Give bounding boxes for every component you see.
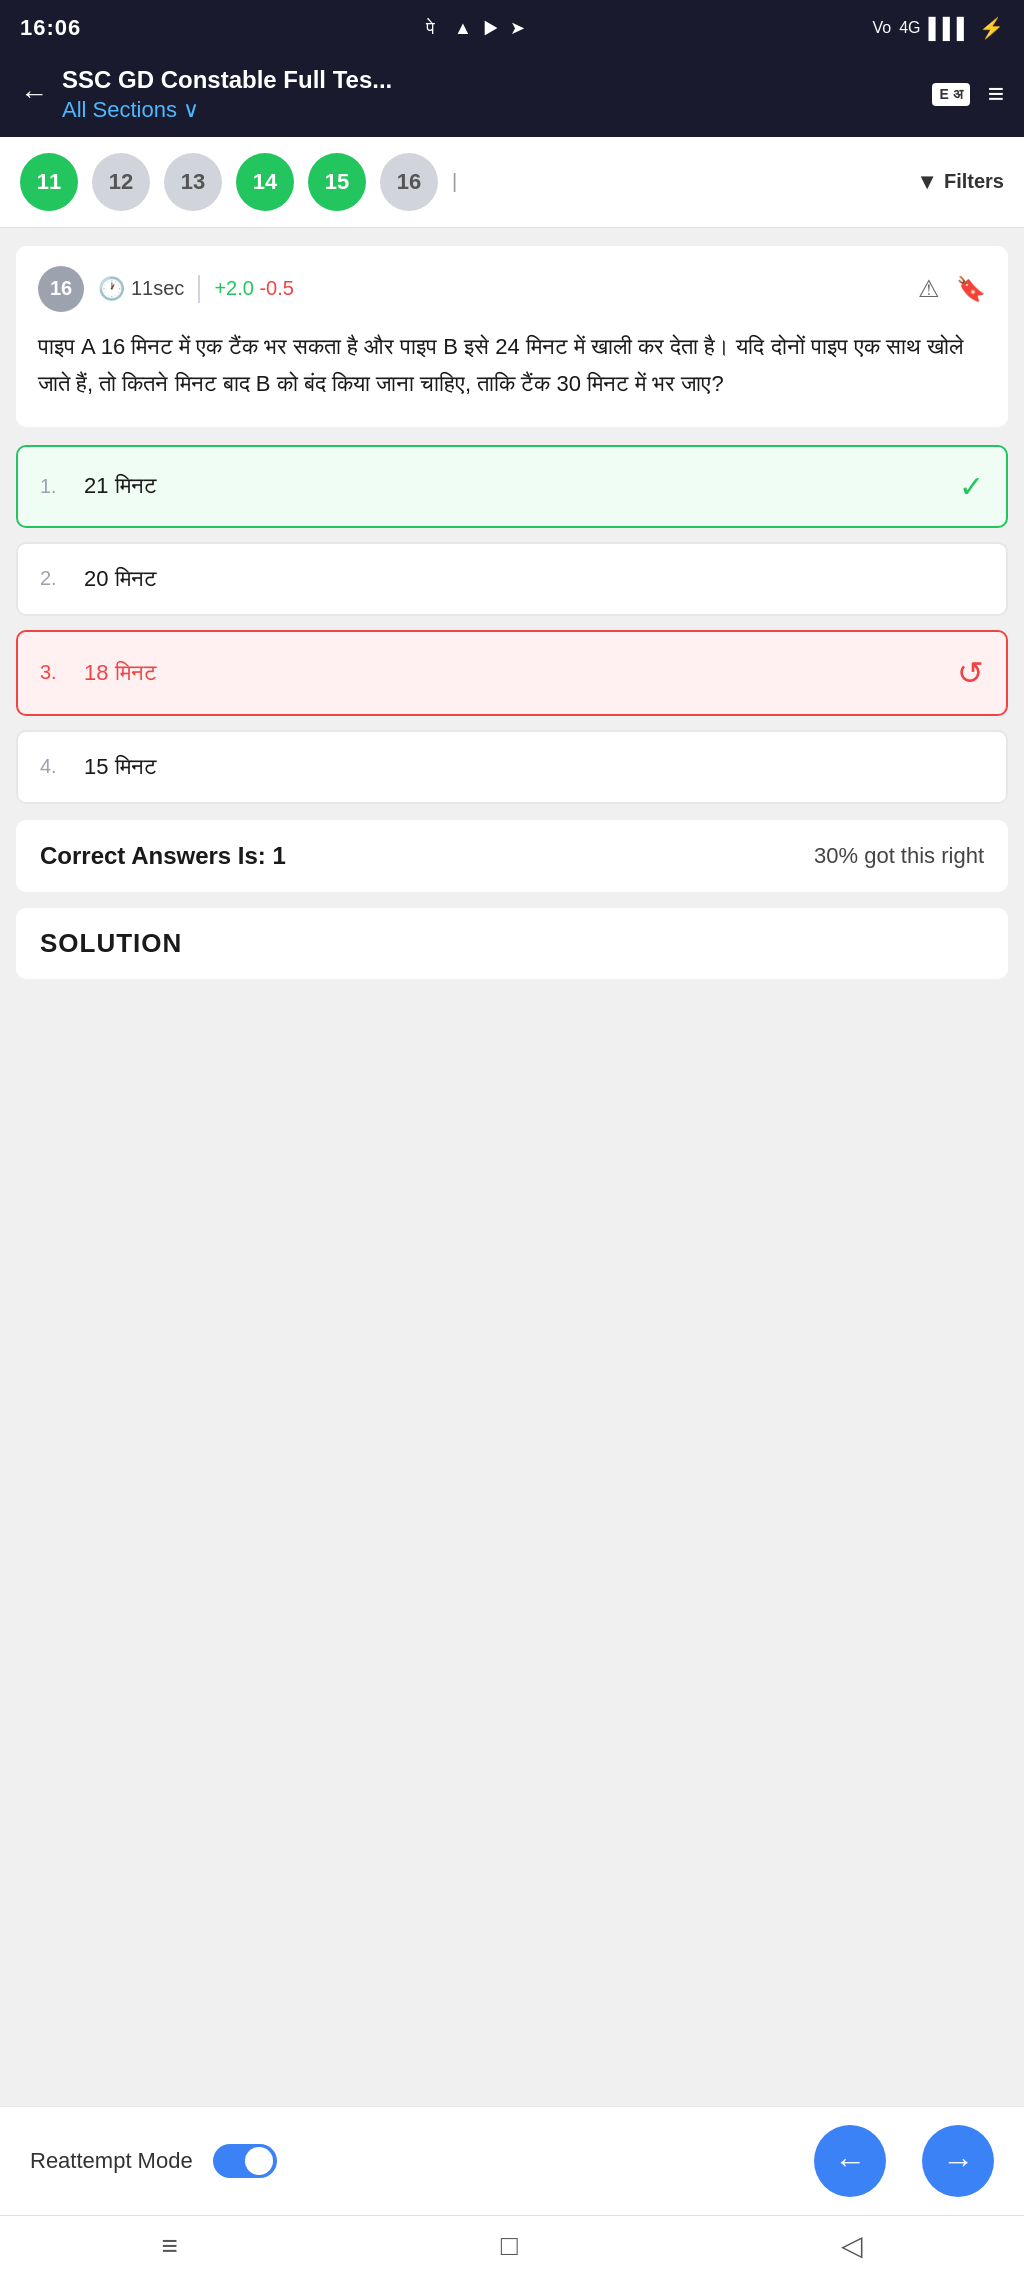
signal-bars-icon: ▌▌▌ (928, 17, 971, 40)
sections-dropdown[interactable]: All Sections ∨ (62, 97, 918, 123)
top-nav: ← SSC GD Constable Full Tes... All Secti… (0, 56, 1024, 137)
bottom-bar: Reattempt Mode ← → (0, 2106, 1024, 2215)
reattempt-label: Reattempt Mode (30, 2148, 193, 2174)
scroll-indicator: | (452, 170, 457, 193)
option-1-text: 21 मिनट (84, 473, 157, 499)
option-3-text: 18 मिनट (84, 660, 157, 686)
prev-question-button[interactable]: ← (814, 2125, 886, 2197)
android-menu-icon[interactable]: ≡ (161, 2230, 177, 2262)
warning-icon[interactable]: ⚠ (918, 275, 940, 303)
sections-label: All Sections (62, 97, 177, 123)
timer-block: 🕐 11sec (98, 276, 184, 302)
option-2-num: 2. (40, 567, 68, 590)
solution-section: SOLUTION (16, 908, 1008, 979)
chevron-down-icon: ∨ (183, 97, 199, 123)
question-num-13[interactable]: 13 (164, 153, 222, 211)
positive-marks: +2.0 (214, 277, 253, 299)
network-icon: 4G (899, 19, 920, 37)
next-arrow-icon: → (942, 2143, 974, 2180)
option-3-left: 3. 18 मिनट (40, 660, 157, 686)
signal-icon: Vo (872, 19, 891, 37)
wrong-retry-icon: ↺ (957, 654, 984, 692)
question-num-14[interactable]: 14 (236, 153, 294, 211)
question-meta: 16 🕐 11sec +2.0 -0.5 ⚠ 🔖 (38, 266, 986, 312)
reattempt-toggle[interactable] (213, 2144, 277, 2178)
option-3-num: 3. (40, 661, 68, 684)
option-4-left: 4. 15 मिनट (40, 754, 157, 780)
question-number-badge: 16 (38, 266, 84, 312)
meta-divider (198, 275, 200, 303)
answer-row: Correct Answers Is: 1 30% got this right (16, 820, 1008, 892)
question-text: पाइप A 16 मिनट में एक टैंक भर सकता है और… (38, 328, 986, 403)
test-title: SSC GD Constable Full Tes... (62, 66, 918, 95)
nav-title-block: SSC GD Constable Full Tes... All Section… (62, 66, 918, 123)
marks-block: +2.0 -0.5 (214, 277, 294, 300)
option-2-left: 2. 20 मिनट (40, 566, 157, 592)
next-question-button[interactable]: → (922, 2125, 994, 2197)
filter-icon: ▼ (916, 169, 938, 195)
solution-label: SOLUTION (40, 928, 984, 959)
bookmark-icon[interactable]: 🔖 (956, 275, 986, 303)
option-1-num: 1. (40, 475, 68, 498)
nav-icons: E अ ≡ (932, 78, 1004, 110)
android-nav-bar: ≡ □ ◁ (0, 2215, 1024, 2275)
status-right-icons: Vo 4G ▌▌▌ ⚡ (872, 16, 1004, 40)
timer-icon: 🕐 (98, 276, 125, 302)
filters-label: Filters (944, 170, 1004, 193)
menu-button[interactable]: ≡ (988, 78, 1004, 110)
negative-marks: -0.5 (259, 277, 293, 299)
correct-checkmark-icon: ✓ (959, 469, 984, 504)
option-4-num: 4. (40, 755, 68, 778)
option-3[interactable]: 3. 18 मिनट ↺ (16, 630, 1008, 716)
question-num-15[interactable]: 15 (308, 153, 366, 211)
status-time: 16:06 (20, 15, 81, 41)
options-section: 1. 21 मिनट ✓ 2. 20 मिनट 3. 18 मिनट ↺ 4. … (16, 445, 1008, 804)
option-1-left: 1. 21 मिनट (40, 473, 157, 499)
filters-button[interactable]: ▼ Filters (916, 169, 1004, 195)
option-2[interactable]: 2. 20 मिनट (16, 542, 1008, 616)
question-time: 11sec (131, 277, 184, 300)
status-indicators: पे ▲ ▶ ➤ (426, 17, 528, 39)
toggle-knob (245, 2147, 273, 2175)
option-1[interactable]: 1. 21 मिनट ✓ (16, 445, 1008, 528)
status-bar: 16:06 पे ▲ ▶ ➤ Vo 4G ▌▌▌ ⚡ (0, 0, 1024, 56)
question-num-11[interactable]: 11 (20, 153, 78, 211)
back-button[interactable]: ← (20, 78, 48, 110)
android-home-icon[interactable]: □ (501, 2230, 518, 2262)
question-card: 16 🕐 11sec +2.0 -0.5 ⚠ 🔖 पाइप A 16 मिनट … (16, 246, 1008, 427)
meta-right-icons: ⚠ 🔖 (918, 275, 986, 303)
option-4-text: 15 मिनट (84, 754, 157, 780)
android-back-icon[interactable]: ◁ (841, 2229, 863, 2262)
option-4[interactable]: 4. 15 मिनट (16, 730, 1008, 804)
option-2-text: 20 मिनट (84, 566, 157, 592)
question-number-nav: 11 12 13 14 15 16 | ▼ Filters (0, 137, 1024, 228)
correct-answer-label: Correct Answers Is: 1 (40, 842, 286, 870)
prev-arrow-icon: ← (834, 2143, 866, 2180)
question-num-12[interactable]: 12 (92, 153, 150, 211)
language-toggle[interactable]: E अ (932, 83, 969, 106)
question-num-16[interactable]: 16 (380, 153, 438, 211)
battery-icon: ⚡ (979, 16, 1004, 40)
got-right-text: 30% got this right (814, 843, 984, 869)
